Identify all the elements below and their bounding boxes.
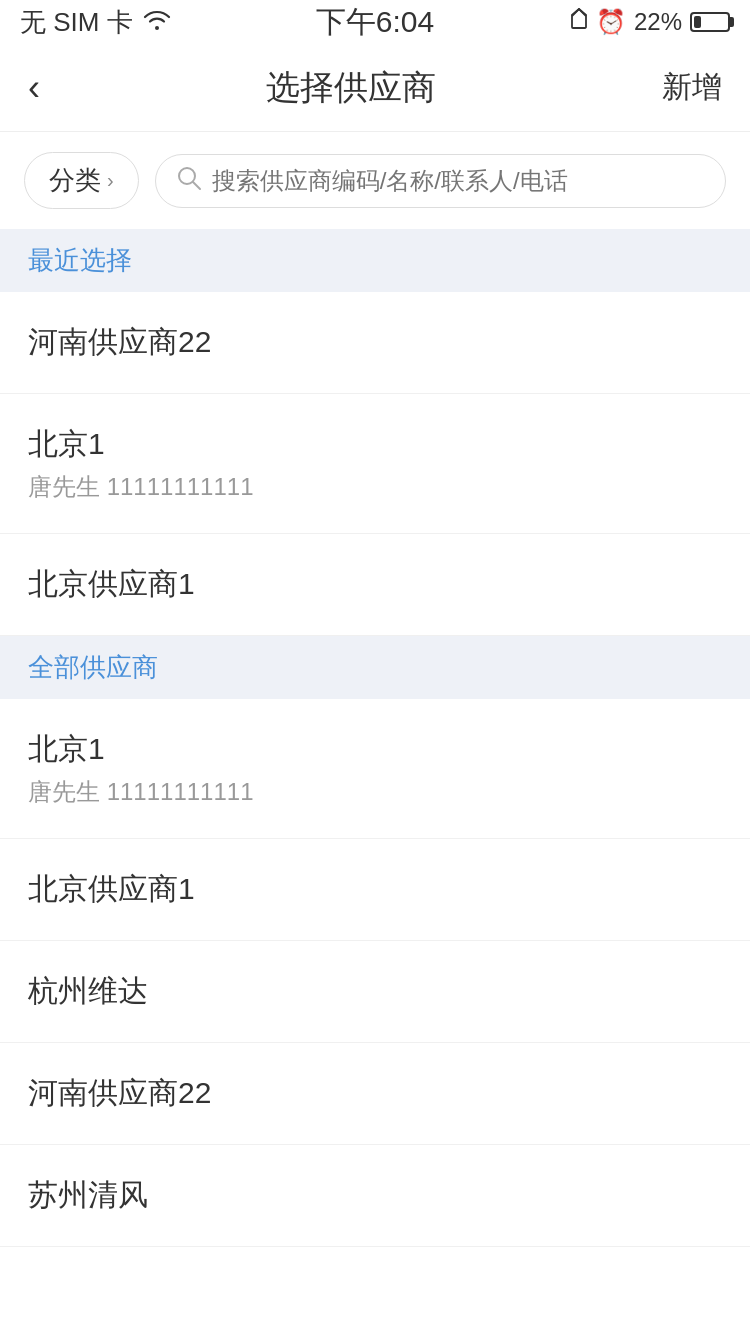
list-item[interactable]: 河南供应商22 bbox=[0, 1043, 750, 1145]
recent-items-list: 河南供应商22 北京1 唐先生 11111111111 北京供应商1 bbox=[0, 292, 750, 636]
recent-section-header: 最近选择 bbox=[0, 229, 750, 292]
status-bar: 无 SIM 卡 下午6:04 ⏰ 22% bbox=[0, 0, 750, 44]
item-sub: 唐先生 11111111111 bbox=[28, 776, 722, 808]
search-icon bbox=[176, 165, 202, 197]
location-icon bbox=[570, 8, 588, 36]
status-right: ⏰ 22% bbox=[570, 8, 730, 36]
battery-icon bbox=[690, 12, 730, 32]
status-left: 无 SIM 卡 bbox=[20, 5, 171, 40]
item-name: 河南供应商22 bbox=[28, 322, 722, 363]
chevron-icon: › bbox=[107, 169, 114, 192]
list-item[interactable]: 北京1 唐先生 11111111111 bbox=[0, 394, 750, 534]
item-name: 北京1 bbox=[28, 424, 722, 465]
list-item[interactable]: 北京供应商1 bbox=[0, 839, 750, 941]
battery-percent: 22% bbox=[634, 8, 682, 36]
list-item[interactable]: 河南供应商22 bbox=[0, 292, 750, 394]
category-filter[interactable]: 分类 › bbox=[24, 152, 139, 209]
page-title: 选择供应商 bbox=[266, 65, 436, 111]
filter-bar: 分类 › bbox=[0, 132, 750, 229]
category-label: 分类 bbox=[49, 163, 101, 198]
list-item[interactable]: 北京供应商1 bbox=[0, 534, 750, 636]
item-name: 河南供应商22 bbox=[28, 1073, 722, 1114]
item-sub: 唐先生 11111111111 bbox=[28, 471, 722, 503]
list-item[interactable]: 苏州清风 bbox=[0, 1145, 750, 1247]
nav-bar: ‹ 选择供应商 新增 bbox=[0, 44, 750, 132]
search-input[interactable] bbox=[212, 167, 705, 195]
all-items-list: 北京1 唐先生 11111111111 北京供应商1 杭州维达河南供应商22 苏州清风 bbox=[0, 699, 750, 1247]
list-item[interactable]: 北京1 唐先生 11111111111 bbox=[0, 699, 750, 839]
item-name: 北京供应商1 bbox=[28, 564, 722, 605]
wifi-icon bbox=[143, 7, 171, 38]
item-name: 杭州维达 bbox=[28, 971, 722, 1012]
all-section-header: 全部供应商 bbox=[0, 636, 750, 699]
svg-line-1 bbox=[193, 182, 200, 189]
status-time: 下午6:04 bbox=[316, 2, 434, 43]
add-button[interactable]: 新增 bbox=[662, 67, 722, 108]
sim-label: 无 SIM 卡 bbox=[20, 5, 133, 40]
recent-section-label: 最近选择 bbox=[28, 245, 132, 275]
item-name: 北京供应商1 bbox=[28, 869, 722, 910]
item-name: 苏州清风 bbox=[28, 1175, 722, 1216]
back-button[interactable]: ‹ bbox=[28, 67, 40, 109]
search-box[interactable] bbox=[155, 154, 726, 208]
all-section-label: 全部供应商 bbox=[28, 652, 158, 682]
list-item[interactable]: 杭州维达 bbox=[0, 941, 750, 1043]
alarm-icon: ⏰ bbox=[596, 8, 626, 36]
item-name: 北京1 bbox=[28, 729, 722, 770]
